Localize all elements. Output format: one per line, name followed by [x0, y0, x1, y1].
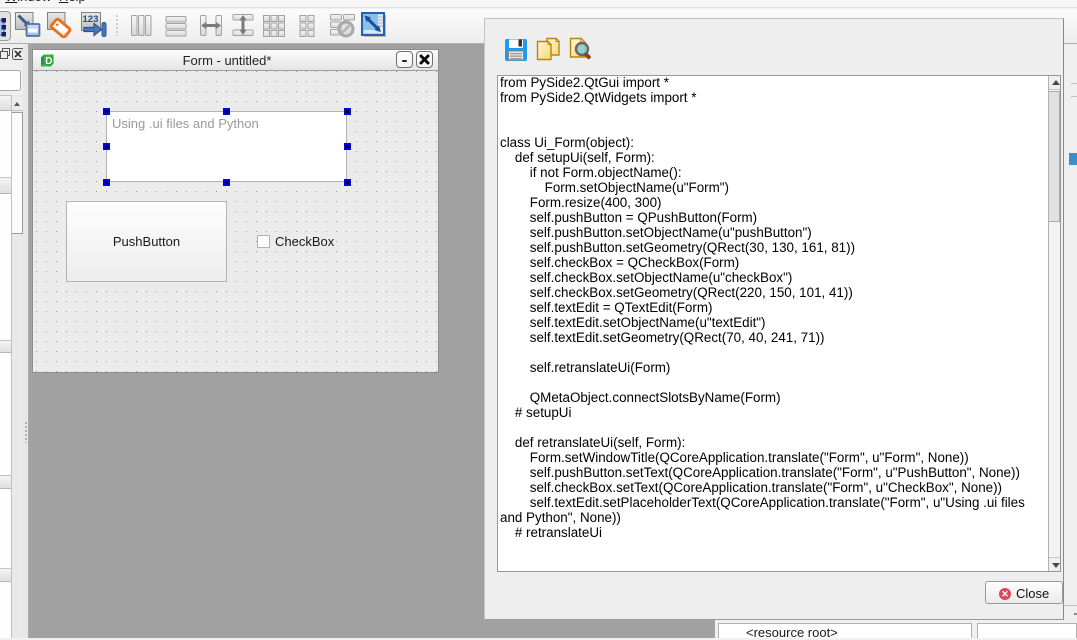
svg-text:123: 123 [83, 14, 99, 25]
svg-text:D: D [45, 56, 52, 67]
